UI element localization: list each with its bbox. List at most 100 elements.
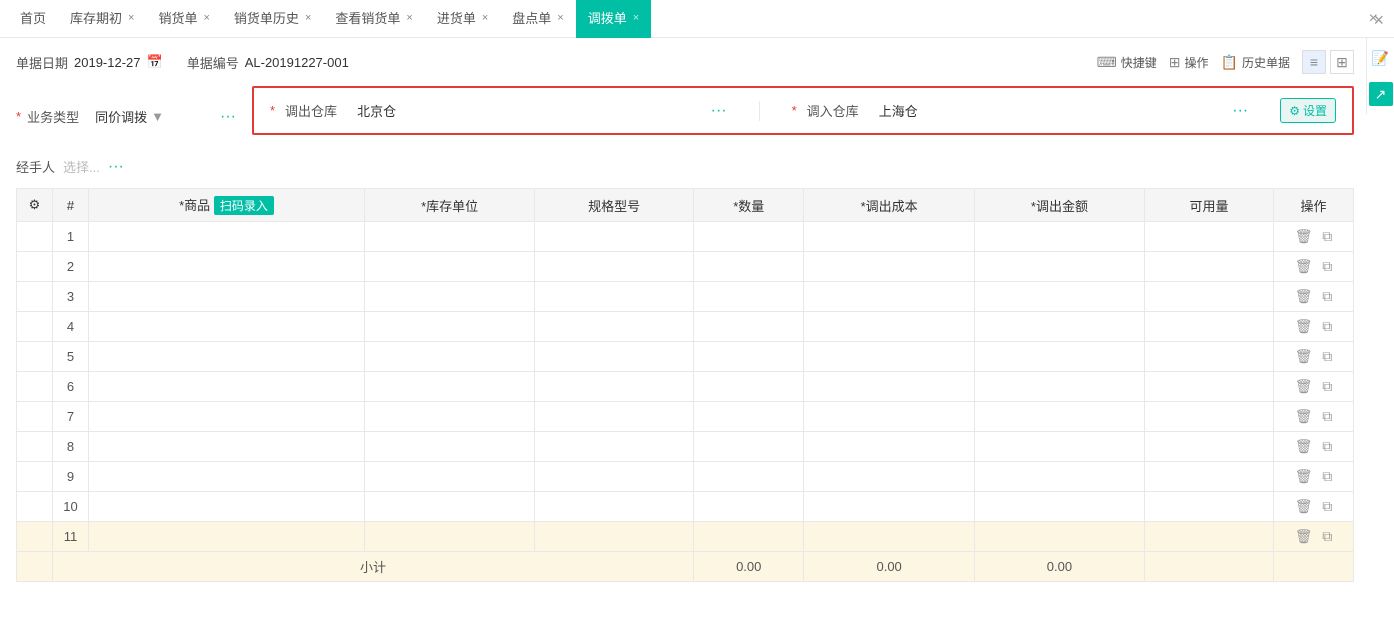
- copy-icon-1[interactable]: ⧉: [1322, 228, 1332, 244]
- row-spec-9[interactable]: [535, 462, 694, 492]
- copy-icon-9[interactable]: ⧉: [1322, 468, 1332, 484]
- row-cost-5[interactable]: [804, 342, 974, 372]
- row-product-2[interactable]: [89, 252, 365, 282]
- row-spec-1[interactable]: [535, 222, 694, 252]
- tab-view-sales[interactable]: 查看销货单 ×: [323, 0, 424, 38]
- copy-icon-4[interactable]: ⧉: [1322, 318, 1332, 334]
- row-cost-7[interactable]: [804, 402, 974, 432]
- row-qty-5[interactable]: [693, 342, 804, 372]
- close-inventory-check[interactable]: ×: [557, 12, 563, 24]
- shortcut-btn[interactable]: ⌨ 快捷键: [1097, 54, 1157, 71]
- close-sales-order[interactable]: ×: [203, 12, 209, 24]
- row-cost-6[interactable]: [804, 372, 974, 402]
- row-unit-7[interactable]: [364, 402, 534, 432]
- row-qty-4[interactable]: [693, 312, 804, 342]
- row-cost-10[interactable]: [804, 492, 974, 522]
- tab-purchase-order[interactable]: 进货单 ×: [425, 0, 500, 38]
- delete-icon-3[interactable]: 🗑: [1295, 288, 1313, 304]
- delete-icon-1[interactable]: 🗑: [1295, 228, 1313, 244]
- row-amount-3[interactable]: [974, 282, 1144, 312]
- delete-icon-10[interactable]: 🗑: [1295, 498, 1313, 514]
- tab-sales-history[interactable]: 销货单历史 ×: [222, 0, 323, 38]
- delete-icon-5[interactable]: 🗑: [1295, 348, 1313, 364]
- copy-icon-7[interactable]: ⧉: [1322, 408, 1332, 424]
- grid-view-btn[interactable]: ⊞: [1330, 50, 1354, 74]
- row-cost-2[interactable]: [804, 252, 974, 282]
- row-product-1[interactable]: [89, 222, 365, 252]
- row-product-10[interactable]: [89, 492, 365, 522]
- row-unit-1[interactable]: [364, 222, 534, 252]
- row-unit-11[interactable]: [364, 522, 534, 552]
- copy-icon-3[interactable]: ⧉: [1322, 288, 1332, 304]
- delete-icon-11[interactable]: 🗑: [1295, 528, 1313, 544]
- copy-icon-8[interactable]: ⧉: [1322, 438, 1332, 454]
- tab-transfer-order[interactable]: 调拨单 ×: [576, 0, 651, 38]
- row-amount-9[interactable]: [974, 462, 1144, 492]
- biz-type-more-icon[interactable]: ···: [220, 108, 236, 126]
- row-qty-11[interactable]: [693, 522, 804, 552]
- side-export-btn[interactable]: ↗: [1369, 82, 1393, 106]
- row-qty-3[interactable]: [693, 282, 804, 312]
- transfer-in-more-btn[interactable]: ···: [1232, 102, 1248, 120]
- row-qty-2[interactable]: [693, 252, 804, 282]
- row-product-5[interactable]: [89, 342, 365, 372]
- copy-icon-10[interactable]: ⧉: [1322, 498, 1332, 514]
- copy-icon-11[interactable]: ⧉: [1322, 528, 1332, 544]
- row-amount-6[interactable]: [974, 372, 1144, 402]
- row-cost-1[interactable]: [804, 222, 974, 252]
- close-transfer-order[interactable]: ×: [633, 12, 639, 24]
- row-cost-11[interactable]: [804, 522, 974, 552]
- row-spec-4[interactable]: [535, 312, 694, 342]
- row-unit-4[interactable]: [364, 312, 534, 342]
- close-view-sales[interactable]: ×: [406, 12, 412, 24]
- row-spec-10[interactable]: [535, 492, 694, 522]
- row-cost-3[interactable]: [804, 282, 974, 312]
- row-amount-10[interactable]: [974, 492, 1144, 522]
- close-sales-history[interactable]: ×: [305, 12, 311, 24]
- row-product-6[interactable]: [89, 372, 365, 402]
- row-cost-8[interactable]: [804, 432, 974, 462]
- row-product-11[interactable]: [89, 522, 365, 552]
- side-note-btn[interactable]: 📝: [1369, 46, 1393, 70]
- setting-btn[interactable]: ⚙ 设置: [1280, 98, 1336, 123]
- row-unit-10[interactable]: [364, 492, 534, 522]
- row-cost-4[interactable]: [804, 312, 974, 342]
- handler-more-btn[interactable]: ···: [108, 158, 124, 176]
- row-amount-5[interactable]: [974, 342, 1144, 372]
- row-spec-11[interactable]: [535, 522, 694, 552]
- row-product-3[interactable]: [89, 282, 365, 312]
- row-cost-9[interactable]: [804, 462, 974, 492]
- row-spec-8[interactable]: [535, 432, 694, 462]
- tab-sales-order[interactable]: 销货单 ×: [146, 0, 221, 38]
- transfer-out-more-btn[interactable]: ···: [711, 102, 727, 120]
- row-spec-3[interactable]: [535, 282, 694, 312]
- row-amount-7[interactable]: [974, 402, 1144, 432]
- row-amount-11[interactable]: [974, 522, 1144, 552]
- row-amount-4[interactable]: [974, 312, 1144, 342]
- row-product-8[interactable]: [89, 432, 365, 462]
- row-qty-8[interactable]: [693, 432, 804, 462]
- row-unit-5[interactable]: [364, 342, 534, 372]
- row-amount-8[interactable]: [974, 432, 1144, 462]
- list-view-btn[interactable]: ≡: [1302, 50, 1326, 74]
- row-qty-9[interactable]: [693, 462, 804, 492]
- copy-icon-2[interactable]: ⧉: [1322, 258, 1332, 274]
- row-unit-9[interactable]: [364, 462, 534, 492]
- delete-icon-9[interactable]: 🗑: [1295, 468, 1313, 484]
- delete-icon-4[interactable]: 🗑: [1295, 318, 1313, 334]
- delete-icon-6[interactable]: 🗑: [1295, 378, 1313, 394]
- row-spec-2[interactable]: [535, 252, 694, 282]
- close-inventory-init[interactable]: ×: [128, 12, 134, 24]
- row-qty-10[interactable]: [693, 492, 804, 522]
- close-purchase-order[interactable]: ×: [482, 12, 488, 24]
- window-close-btn[interactable]: ×: [1363, 0, 1394, 41]
- row-spec-5[interactable]: [535, 342, 694, 372]
- handler-select[interactable]: 选择...: [63, 157, 100, 176]
- tab-home[interactable]: 首页: [8, 0, 58, 38]
- tab-inventory-init[interactable]: 库存期初 ×: [58, 0, 146, 38]
- row-spec-7[interactable]: [535, 402, 694, 432]
- calendar-icon[interactable]: 📅: [147, 54, 163, 70]
- delete-icon-7[interactable]: 🗑: [1295, 408, 1313, 424]
- delete-icon-2[interactable]: 🗑: [1295, 258, 1313, 274]
- scan-btn[interactable]: 扫码录入: [214, 196, 274, 215]
